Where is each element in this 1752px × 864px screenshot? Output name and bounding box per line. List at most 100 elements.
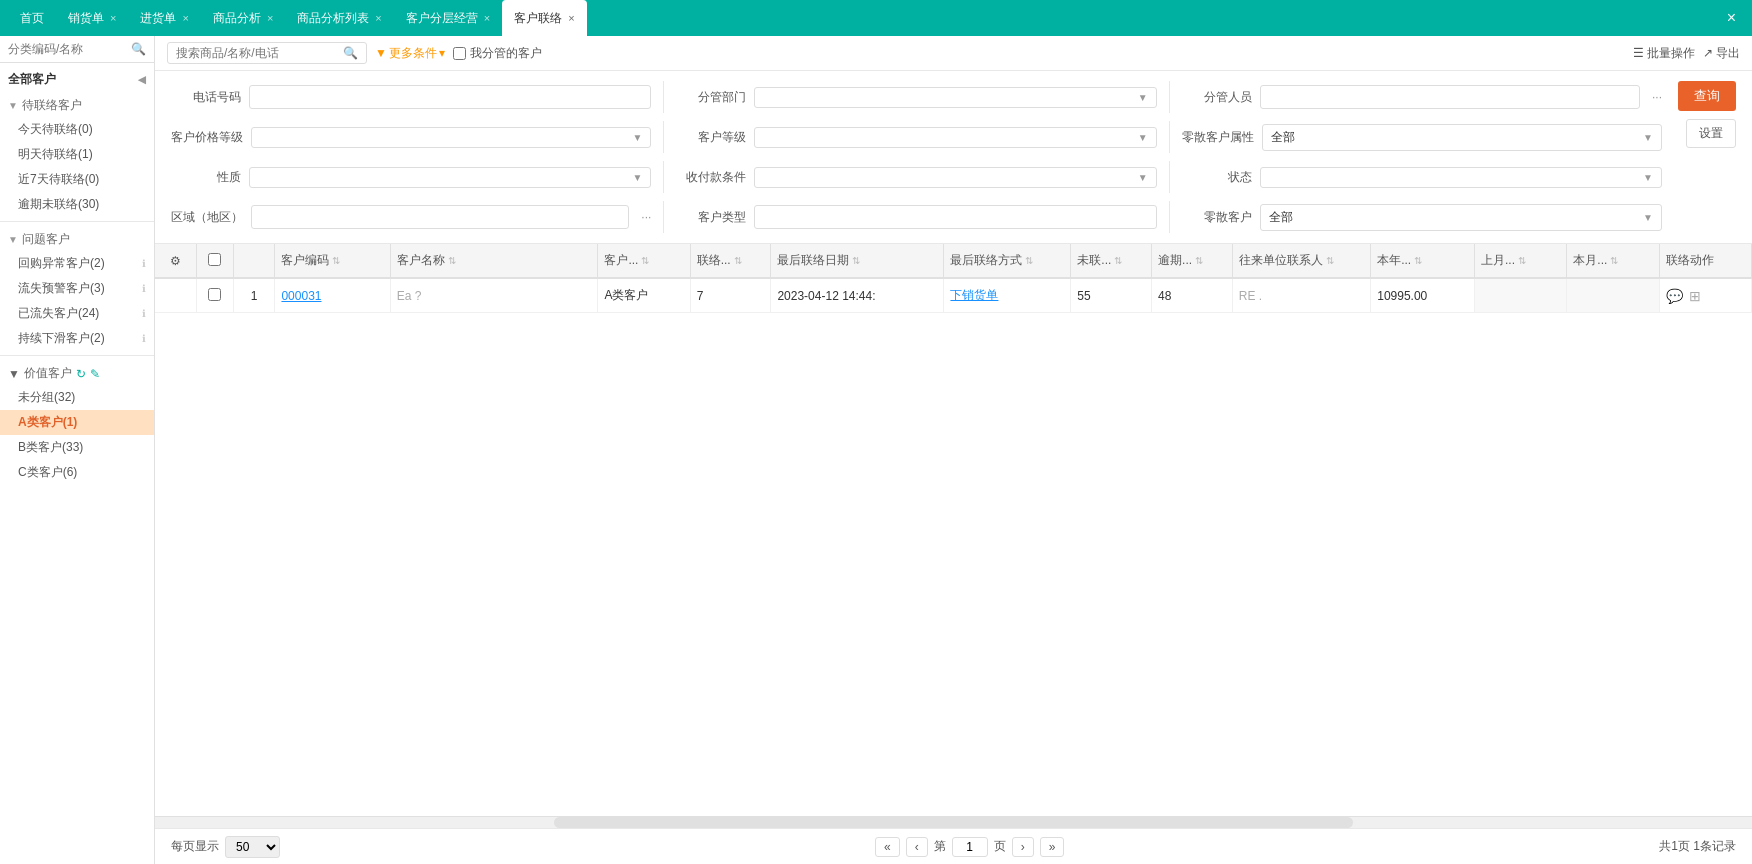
nav-customer-contact[interactable]: 客户联络 × xyxy=(502,0,586,36)
sort-no-contact-icon[interactable]: ⇅ xyxy=(1114,255,1122,266)
horizontal-scrollbar[interactable] xyxy=(155,816,1752,828)
payment-select[interactable]: ▼ xyxy=(754,167,1156,188)
sort-method-icon[interactable]: ⇅ xyxy=(1025,255,1033,266)
sort-last-month-icon[interactable]: ⇅ xyxy=(1518,255,1526,266)
sidebar-item-lost[interactable]: 已流失客户(24) ℹ xyxy=(0,301,154,326)
nav-sales[interactable]: 销货单 × xyxy=(56,0,128,36)
close-goods-analysis-tab[interactable]: × xyxy=(267,12,273,24)
close-sales-tab[interactable]: × xyxy=(110,12,116,24)
sort-overdue-icon[interactable]: ⇅ xyxy=(1195,255,1203,266)
sidebar-item-declining[interactable]: 持续下滑客户(2) ℹ xyxy=(0,326,154,351)
export-button[interactable]: ↗ 导出 xyxy=(1703,45,1740,62)
sort-unit-contact-icon[interactable]: ⇅ xyxy=(1326,255,1334,266)
th-code[interactable]: 客户编码 ⇅ xyxy=(275,244,390,278)
sort-type-icon[interactable]: ⇅ xyxy=(641,255,649,266)
row-checkbox[interactable] xyxy=(208,288,221,301)
th-last-month[interactable]: 上月... ⇅ xyxy=(1475,244,1567,278)
nature-select[interactable]: ▼ xyxy=(249,167,651,188)
sort-contact-icon[interactable]: ⇅ xyxy=(734,255,742,266)
th-contact[interactable]: 联络... ⇅ xyxy=(690,244,771,278)
my-customers-check[interactable] xyxy=(453,47,466,60)
close-all-tabs[interactable]: × xyxy=(1727,9,1744,27)
sidebar-item-class-b[interactable]: B类客户(33) xyxy=(0,435,154,460)
close-customer-segment-tab[interactable]: × xyxy=(484,12,490,24)
th-overdue[interactable]: 逾期... ⇅ xyxy=(1152,244,1233,278)
sidebar-item-unclassified[interactable]: 未分组(32) xyxy=(0,385,154,410)
th-this-month[interactable]: 本月... ⇅ xyxy=(1567,244,1659,278)
close-goods-analysis-list-tab[interactable]: × xyxy=(375,12,381,24)
filter-search-icon[interactable]: 🔍 xyxy=(343,46,358,60)
filter-search-input[interactable] xyxy=(176,46,339,60)
page-size-select[interactable]: 50 100 200 xyxy=(225,836,280,858)
customer-level-select[interactable]: ▼ xyxy=(754,127,1156,148)
prev-page-btn[interactable]: ‹ xyxy=(906,837,928,857)
sidebar-search-icon[interactable]: 🔍 xyxy=(131,42,146,56)
price-level-select[interactable]: ▼ xyxy=(251,127,651,148)
filter-search-box: 🔍 xyxy=(167,42,367,64)
sidebar-group-problem[interactable]: ▼ 问题客户 xyxy=(0,226,154,251)
person-input[interactable] xyxy=(1260,85,1640,109)
status-select[interactable]: ▼ xyxy=(1260,167,1662,188)
close-purchase-tab[interactable]: × xyxy=(182,12,188,24)
row-code-link[interactable]: 000031 xyxy=(281,289,321,303)
sidebar-group-value[interactable]: ▼ 价值客户 ↻ ✎ xyxy=(0,360,154,385)
sidebar-collapse-icon[interactable]: ◀ xyxy=(138,74,146,85)
th-unit-contact[interactable]: 往来单位联系人 ⇅ xyxy=(1232,244,1370,278)
close-customer-contact-tab[interactable]: × xyxy=(568,12,574,24)
sort-name-icon[interactable]: ⇅ xyxy=(448,255,456,266)
region-dots[interactable]: ··· xyxy=(641,210,651,224)
edit-icon[interactable]: ✎ xyxy=(90,367,100,381)
sidebar-item-class-a[interactable]: A类客户(1) xyxy=(0,410,154,435)
sidebar-item-repurchase-abnormal[interactable]: 回购异常客户(2) ℹ xyxy=(0,251,154,276)
sidebar-item-7days[interactable]: 近7天待联络(0) xyxy=(0,167,154,192)
refresh-icon[interactable]: ↻ xyxy=(76,367,86,381)
region-input[interactable] xyxy=(251,205,629,229)
settings-button[interactable]: 设置 xyxy=(1686,119,1736,148)
select-all-checkbox[interactable] xyxy=(208,253,221,266)
phone-input[interactable] xyxy=(249,85,651,109)
sort-code-icon[interactable]: ⇅ xyxy=(332,255,340,266)
sort-this-year-icon[interactable]: ⇅ xyxy=(1414,255,1422,266)
scroll-track[interactable] xyxy=(554,817,1353,828)
sort-this-month-icon[interactable]: ⇅ xyxy=(1610,255,1618,266)
retail-select[interactable]: 全部 ▼ xyxy=(1260,204,1662,231)
nav-goods-analysis[interactable]: 商品分析 × xyxy=(201,0,285,36)
query-button[interactable]: 查询 xyxy=(1678,81,1736,111)
next-page-btn[interactable]: › xyxy=(1012,837,1034,857)
retail-attr-select[interactable]: 全部 ▼ xyxy=(1262,124,1662,151)
th-last-date[interactable]: 最后联络日期 ⇅ xyxy=(771,244,944,278)
sidebar-item-tomorrow[interactable]: 明天待联络(1) xyxy=(0,142,154,167)
first-page-btn[interactable]: « xyxy=(875,837,900,857)
customer-type-input[interactable] xyxy=(754,205,1156,229)
sort-date-icon[interactable]: ⇅ xyxy=(852,255,860,266)
sidebar-item-loss-warning[interactable]: 流失预警客户(3) ℹ xyxy=(0,276,154,301)
nav-goods-analysis-list[interactable]: 商品分析列表 × xyxy=(285,0,393,36)
customer-type-label: 客户类型 xyxy=(676,209,746,226)
sidebar-group-pending[interactable]: ▼ 待联络客户 xyxy=(0,92,154,117)
more-conditions-btn[interactable]: ▼ 更多条件 ▾ xyxy=(375,45,445,62)
th-name[interactable]: 客户名称 ⇅ xyxy=(390,244,598,278)
row-action-chat-icon[interactable]: 💬 xyxy=(1666,288,1683,304)
last-page-btn[interactable]: » xyxy=(1040,837,1065,857)
th-this-year[interactable]: 本年... ⇅ xyxy=(1371,244,1475,278)
sidebar-item-class-c[interactable]: C类客户(6) xyxy=(0,460,154,485)
person-dots[interactable]: ··· xyxy=(1652,90,1662,104)
nav-purchase[interactable]: 进货单 × xyxy=(128,0,200,36)
sidebar-all-customers-header[interactable]: 全部客户 ◀ xyxy=(0,63,154,92)
row-last-method-link[interactable]: 下销货单 xyxy=(950,288,998,302)
nav-customer-segment[interactable]: 客户分层经营 × xyxy=(394,0,502,36)
th-last-method[interactable]: 最后联络方式 ⇅ xyxy=(944,244,1071,278)
row-code[interactable]: 000031 xyxy=(275,278,390,313)
th-no-contact[interactable]: 未联... ⇅ xyxy=(1071,244,1152,278)
dept-select[interactable]: ▼ xyxy=(754,87,1156,108)
sidebar-item-overdue[interactable]: 逾期未联络(30) xyxy=(0,192,154,217)
page-number-input[interactable] xyxy=(952,837,988,857)
th-gear[interactable]: ⚙ xyxy=(155,244,197,278)
my-customers-checkbox[interactable]: 我分管的客户 xyxy=(453,45,542,62)
nav-home[interactable]: 首页 xyxy=(8,0,56,36)
row-action-link-icon[interactable]: ⊞ xyxy=(1689,288,1701,304)
th-type[interactable]: 客户... ⇅ xyxy=(598,244,690,278)
sidebar-item-today[interactable]: 今天待联络(0) xyxy=(0,117,154,142)
batch-op-button[interactable]: ☰ 批量操作 xyxy=(1633,45,1695,62)
sidebar-search-input[interactable] xyxy=(8,42,127,56)
